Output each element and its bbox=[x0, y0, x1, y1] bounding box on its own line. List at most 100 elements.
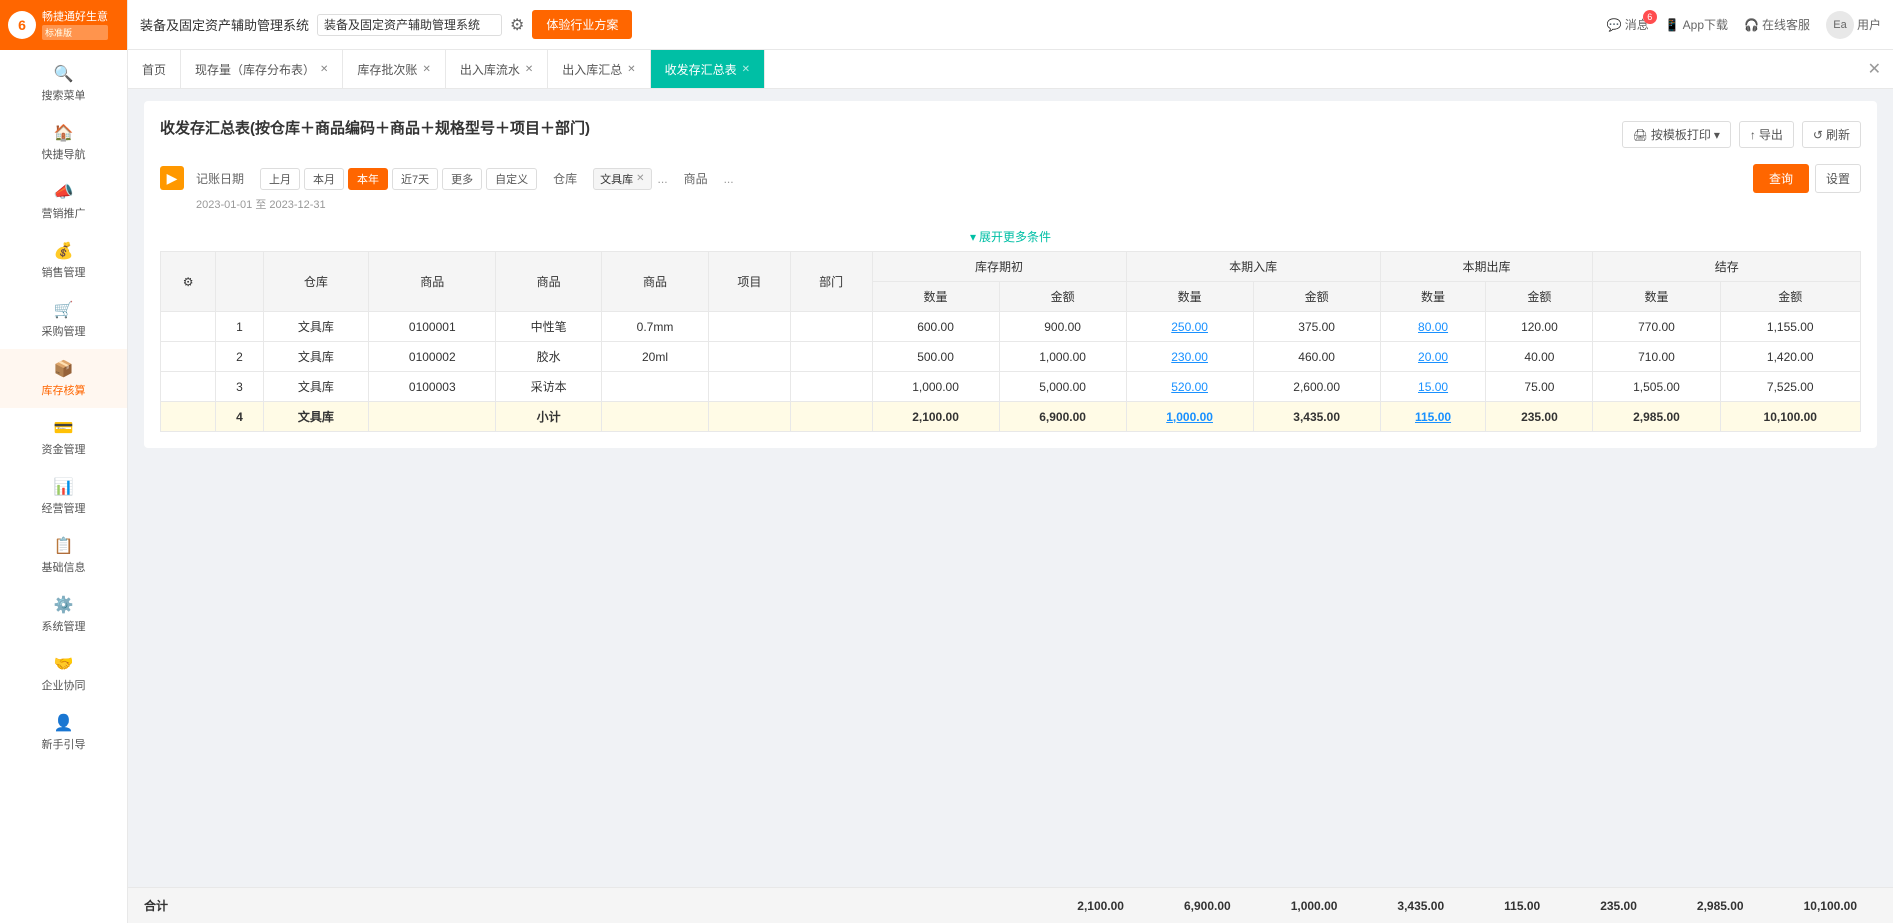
td-project bbox=[709, 312, 791, 342]
warehouse-more-btn[interactable]: ... bbox=[658, 172, 668, 186]
user-btn[interactable]: Ea 用户 bbox=[1826, 11, 1881, 39]
goods-filter: ... bbox=[724, 172, 734, 186]
print-dropdown-icon: ▾ bbox=[1714, 128, 1720, 142]
sidebar-item-quick-nav[interactable]: 🏠 快捷导航 bbox=[0, 113, 127, 172]
table-row: 2文具库0100002胶水20ml500.001,000.00230.00460… bbox=[161, 342, 1861, 372]
tab-in-out-summary[interactable]: 出入库汇总 ✕ bbox=[548, 50, 650, 88]
tab-batch-ledger[interactable]: 库存批次账 ✕ bbox=[343, 50, 445, 88]
warehouse-tag-remove[interactable]: ✕ bbox=[636, 173, 644, 184]
td-in-qty[interactable]: 1,000.00 bbox=[1126, 402, 1253, 432]
td-out-amt: 235.00 bbox=[1486, 402, 1593, 432]
th-end-qty: 数量 bbox=[1593, 282, 1720, 312]
td-end-amt: 10,100.00 bbox=[1720, 402, 1861, 432]
filter-toggle-btn[interactable]: ▶ bbox=[160, 166, 184, 190]
tab-in-out-flow-close[interactable]: ✕ bbox=[525, 64, 533, 75]
goods-more-btn[interactable]: ... bbox=[724, 172, 734, 186]
date-btn-last-month[interactable]: 上月 bbox=[260, 168, 300, 190]
td-checkbox bbox=[161, 402, 216, 432]
date-btn-this-year[interactable]: 本年 bbox=[348, 168, 388, 190]
topbar-left: 装备及固定资产辅助管理系统 装备及固定资产辅助管理系统 ⚙ 体验行业方案 bbox=[140, 10, 632, 39]
link-td-out-qty[interactable]: 115.00 bbox=[1415, 410, 1451, 424]
query-btn[interactable]: 查询 bbox=[1753, 164, 1809, 193]
td-in-qty[interactable]: 230.00 bbox=[1126, 342, 1253, 372]
link-td-in-qty[interactable]: 250.00 bbox=[1171, 320, 1208, 334]
sidebar-item-newuser[interactable]: 👤 新手引导 bbox=[0, 703, 127, 762]
sidebar-label-enterprise: 企业协同 bbox=[42, 677, 86, 693]
tab-inventory-dist-label: 现存量（库存分布表） bbox=[195, 61, 315, 78]
sidebar-item-marketing[interactable]: 📣 营销推广 bbox=[0, 172, 127, 231]
sidebar-item-inventory[interactable]: 📦 库存核算 bbox=[0, 349, 127, 408]
sidebar-item-search[interactable]: 🔍 搜索菜单 bbox=[0, 54, 127, 113]
th-in-amt: 金额 bbox=[1253, 282, 1380, 312]
tab-inventory-dist-close[interactable]: ✕ bbox=[320, 64, 328, 75]
td-name: 胶水 bbox=[496, 342, 602, 372]
settings-icon[interactable]: ⚙ bbox=[510, 15, 524, 35]
sidebar-item-operation[interactable]: 📊 经营管理 bbox=[0, 467, 127, 526]
refresh-btn[interactable]: ↺ 刷新 bbox=[1802, 121, 1861, 148]
logo-text: 畅捷通好生意 标准版 bbox=[42, 10, 108, 39]
tab-in-out-flow[interactable]: 出入库流水 ✕ bbox=[446, 50, 548, 88]
link-td-in-qty[interactable]: 1,000.00 bbox=[1166, 410, 1213, 424]
link-td-out-qty[interactable]: 15.00 bbox=[1418, 380, 1448, 394]
sidebar-label-basic: 基础信息 bbox=[42, 559, 86, 575]
td-name: 中性笔 bbox=[496, 312, 602, 342]
th-settings[interactable]: ⚙ bbox=[161, 252, 216, 312]
page-card: 收发存汇总表(按仓库＋商品编码＋商品＋规格型号＋项目＋部门) 🖨 按模板打印 ▾… bbox=[144, 101, 1877, 448]
td-in-amt: 460.00 bbox=[1253, 342, 1380, 372]
column-settings-icon[interactable]: ⚙ bbox=[183, 275, 194, 289]
td-spec: 0.7mm bbox=[601, 312, 708, 342]
filter-settings-btn[interactable]: 设置 bbox=[1815, 164, 1861, 193]
sidebar-item-finance[interactable]: 💳 资金管理 bbox=[0, 408, 127, 467]
table-row: 3文具库0100003采访本1,000.005,000.00520.002,60… bbox=[161, 372, 1861, 402]
total-out-qty: 115.00 bbox=[1504, 899, 1540, 913]
enterprise-icon: 🤝 bbox=[54, 654, 74, 674]
sidebar-item-enterprise[interactable]: 🤝 企业协同 bbox=[0, 644, 127, 703]
operation-icon: 📊 bbox=[54, 477, 74, 497]
link-td-out-qty[interactable]: 20.00 bbox=[1418, 350, 1448, 364]
export-icon: ↑ bbox=[1750, 128, 1756, 142]
tab-batch-ledger-close[interactable]: ✕ bbox=[422, 64, 430, 75]
link-td-in-qty[interactable]: 520.00 bbox=[1171, 380, 1208, 394]
date-btn-this-month[interactable]: 本月 bbox=[304, 168, 344, 190]
tab-inventory-dist[interactable]: 现存量（库存分布表） ✕ bbox=[181, 50, 343, 88]
date-btn-custom[interactable]: 自定义 bbox=[486, 168, 537, 190]
link-td-out-qty[interactable]: 80.00 bbox=[1418, 320, 1448, 334]
td-out-qty[interactable]: 80.00 bbox=[1380, 312, 1486, 342]
tab-recv-send-summary-close[interactable]: ✕ bbox=[742, 64, 750, 75]
sidebar-menu: 🔍 搜索菜单 🏠 快捷导航 📣 营销推广 💰 销售管理 🛒 采购管理 📦 库存核… bbox=[0, 50, 127, 923]
tabbar-close-all[interactable]: ✕ bbox=[1856, 59, 1893, 79]
tab-recv-send-summary[interactable]: 收发存汇总表 ✕ bbox=[651, 50, 765, 88]
warehouse-filter-label: 仓库 bbox=[553, 170, 577, 187]
sidebar-label-quick-nav: 快捷导航 bbox=[42, 146, 86, 162]
sidebar-item-system[interactable]: ⚙️ 系统管理 bbox=[0, 585, 127, 644]
tab-home[interactable]: 首页 bbox=[128, 50, 181, 88]
total-end-qty: 2,985.00 bbox=[1697, 899, 1744, 913]
tab-in-out-summary-close[interactable]: ✕ bbox=[627, 64, 635, 75]
tabbar: 首页 现存量（库存分布表） ✕ 库存批次账 ✕ 出入库流水 ✕ 出入库汇总 ✕ … bbox=[128, 50, 1893, 89]
td-out-qty[interactable]: 115.00 bbox=[1380, 402, 1486, 432]
sidebar-item-basic[interactable]: 📋 基础信息 bbox=[0, 526, 127, 585]
link-td-in-qty[interactable]: 230.00 bbox=[1171, 350, 1208, 364]
app-download-btn[interactable]: 📱 App下载 bbox=[1665, 16, 1728, 33]
date-btn-more[interactable]: 更多 bbox=[442, 168, 482, 190]
tab-in-out-summary-label: 出入库汇总 bbox=[562, 61, 622, 78]
expand-more-btn[interactable]: ▾ 展开更多条件 bbox=[160, 222, 1861, 251]
sidebar-logo: 6 畅捷通好生意 标准版 bbox=[0, 0, 127, 50]
system-select[interactable]: 装备及固定资产辅助管理系统 bbox=[317, 14, 502, 36]
sidebar-item-purchase[interactable]: 🛒 采购管理 bbox=[0, 290, 127, 349]
sidebar-label-newuser: 新手引导 bbox=[42, 736, 86, 752]
print-btn[interactable]: 🖨 按模板打印 ▾ bbox=[1622, 121, 1731, 148]
newuser-icon: 👤 bbox=[54, 713, 74, 733]
online-service-btn[interactable]: 🎧 在线客服 bbox=[1744, 16, 1810, 33]
export-btn[interactable]: ↑ 导出 bbox=[1739, 121, 1794, 148]
th-group-in: 本期入库 bbox=[1126, 252, 1380, 282]
td-in-qty[interactable]: 250.00 bbox=[1126, 312, 1253, 342]
message-btn[interactable]: 💬 消息 6 bbox=[1607, 16, 1649, 33]
experience-btn[interactable]: 体验行业方案 bbox=[532, 10, 632, 39]
date-btn-7days[interactable]: 近7天 bbox=[392, 168, 438, 190]
sidebar-item-sales[interactable]: 💰 销售管理 bbox=[0, 231, 127, 290]
td-out-qty[interactable]: 15.00 bbox=[1380, 372, 1486, 402]
td-out-qty[interactable]: 20.00 bbox=[1380, 342, 1486, 372]
td-in-qty[interactable]: 520.00 bbox=[1126, 372, 1253, 402]
sidebar-label-sales: 销售管理 bbox=[42, 264, 86, 280]
